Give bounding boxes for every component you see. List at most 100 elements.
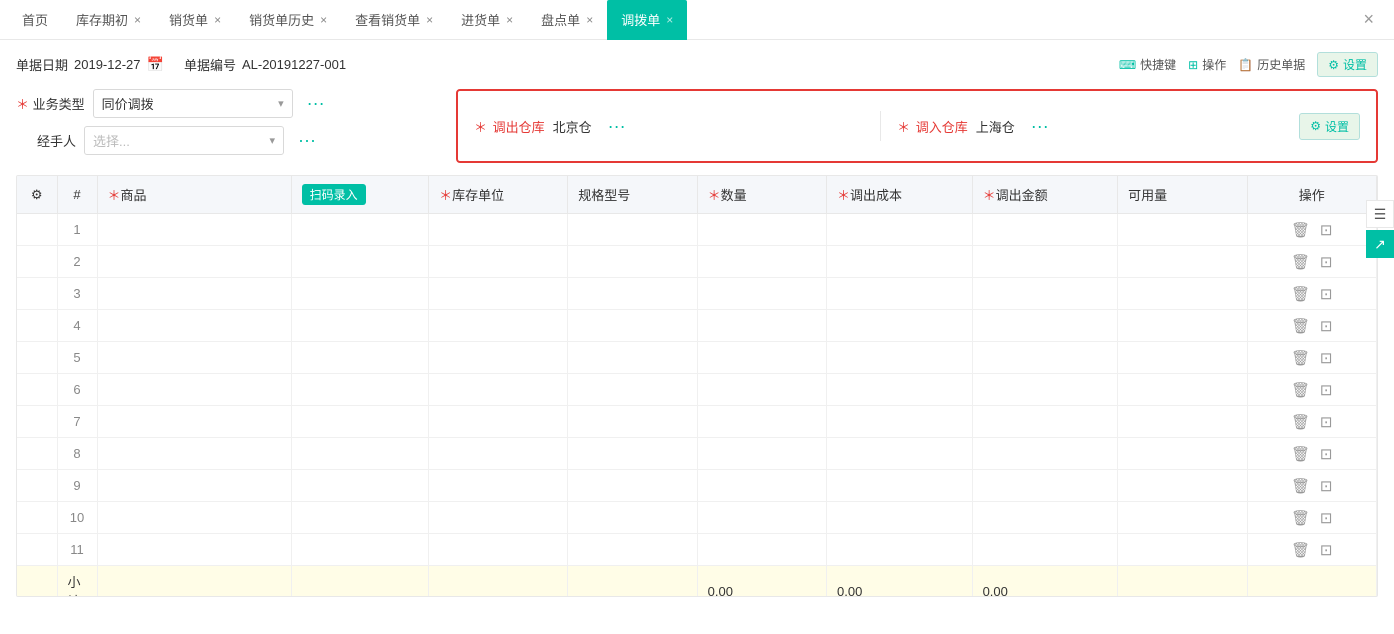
row-spec[interactable] xyxy=(568,214,697,246)
right-panel-export-icon[interactable]: ↗ xyxy=(1366,230,1394,258)
row-unit[interactable] xyxy=(429,470,568,502)
table-scroll-area[interactable]: ⚙ # ＊商品 扫码录入 ＊库存单位 规格型号 ＊数量 ＊调出成本 ＊调出金额 … xyxy=(17,176,1377,596)
copy-icon[interactable]: ⊡ xyxy=(1320,253,1333,271)
row-goods[interactable] xyxy=(97,534,291,566)
calendar-icon[interactable]: 📅 xyxy=(147,56,164,73)
settings-button[interactable]: ⚙ 设置 xyxy=(1317,52,1378,77)
delete-icon[interactable]: 🗑 xyxy=(1291,253,1310,271)
row-qty[interactable] xyxy=(697,534,826,566)
row-unit[interactable] xyxy=(429,246,568,278)
delete-icon[interactable]: 🗑 xyxy=(1291,221,1310,239)
delete-icon[interactable]: 🗑 xyxy=(1291,349,1310,367)
row-cost[interactable] xyxy=(827,406,973,438)
row-goods[interactable] xyxy=(97,278,291,310)
tab-sales-order[interactable]: 销货单 × xyxy=(155,0,235,40)
tab-stock-init[interactable]: 库存期初 × xyxy=(62,0,155,40)
row-amount[interactable] xyxy=(972,502,1118,534)
close-sales-order[interactable]: × xyxy=(214,13,221,27)
row-goods[interactable] xyxy=(97,470,291,502)
tab-purchase[interactable]: 进货单 × xyxy=(447,0,527,40)
row-unit[interactable] xyxy=(429,406,568,438)
row-spec[interactable] xyxy=(568,534,697,566)
biz-type-dropdown[interactable]: 同价调拨 ▾ xyxy=(93,89,293,118)
row-spec[interactable] xyxy=(568,246,697,278)
row-cost[interactable] xyxy=(827,502,973,534)
delete-icon[interactable]: 🗑 xyxy=(1291,381,1310,399)
copy-icon[interactable]: ⊡ xyxy=(1320,349,1333,367)
row-goods[interactable] xyxy=(97,342,291,374)
tab-sales-history[interactable]: 销货单历史 × xyxy=(235,0,341,40)
close-transfer[interactable]: × xyxy=(666,13,673,27)
row-amount[interactable] xyxy=(972,342,1118,374)
row-spec[interactable] xyxy=(568,470,697,502)
copy-icon[interactable]: ⊡ xyxy=(1320,285,1333,303)
row-spec[interactable] xyxy=(568,342,697,374)
operation-action[interactable]: ⊞ 操作 xyxy=(1188,56,1226,73)
row-goods[interactable] xyxy=(97,438,291,470)
copy-icon[interactable]: ⊡ xyxy=(1320,413,1333,431)
close-inventory[interactable]: × xyxy=(586,13,593,27)
row-cost[interactable] xyxy=(827,214,973,246)
delete-icon[interactable]: 🗑 xyxy=(1291,509,1310,527)
row-cost[interactable] xyxy=(827,310,973,342)
row-amount[interactable] xyxy=(972,406,1118,438)
row-qty[interactable] xyxy=(697,470,826,502)
row-qty[interactable] xyxy=(697,278,826,310)
history-action[interactable]: 📋 历史单据 xyxy=(1238,56,1305,73)
row-unit[interactable] xyxy=(429,502,568,534)
row-qty[interactable] xyxy=(697,438,826,470)
close-purchase[interactable]: × xyxy=(506,13,513,27)
scan-button[interactable]: 扫码录入 xyxy=(302,184,366,205)
row-amount[interactable] xyxy=(972,534,1118,566)
tab-view-sales[interactable]: 查看销货单 × xyxy=(341,0,447,40)
row-cost[interactable] xyxy=(827,470,973,502)
row-cost[interactable] xyxy=(827,438,973,470)
delete-icon[interactable]: 🗑 xyxy=(1291,413,1310,431)
shortcut-action[interactable]: ⌨ 快捷键 xyxy=(1119,56,1176,73)
row-qty[interactable] xyxy=(697,406,826,438)
row-cost[interactable] xyxy=(827,278,973,310)
tab-home[interactable]: 首页 xyxy=(8,0,62,40)
row-cost[interactable] xyxy=(827,374,973,406)
row-qty[interactable] xyxy=(697,310,826,342)
row-spec[interactable] xyxy=(568,374,697,406)
row-unit[interactable] xyxy=(429,214,568,246)
row-amount[interactable] xyxy=(972,246,1118,278)
row-spec[interactable] xyxy=(568,406,697,438)
row-amount[interactable] xyxy=(972,278,1118,310)
row-amount[interactable] xyxy=(972,310,1118,342)
delete-icon[interactable]: 🗑 xyxy=(1291,317,1310,335)
row-qty[interactable] xyxy=(697,342,826,374)
copy-icon[interactable]: ⊡ xyxy=(1320,221,1333,239)
col-header-settings[interactable]: ⚙ xyxy=(17,176,57,214)
global-close-button[interactable]: × xyxy=(1359,9,1378,30)
close-sales-history[interactable]: × xyxy=(320,13,327,27)
row-spec[interactable] xyxy=(568,278,697,310)
row-unit[interactable] xyxy=(429,342,568,374)
biz-type-more-btn[interactable]: ··· xyxy=(307,93,325,114)
row-cost[interactable] xyxy=(827,342,973,374)
copy-icon[interactable]: ⊡ xyxy=(1320,509,1333,527)
copy-icon[interactable]: ⊡ xyxy=(1320,477,1333,495)
close-view-sales[interactable]: × xyxy=(426,13,433,27)
delete-icon[interactable]: 🗑 xyxy=(1291,477,1310,495)
row-unit[interactable] xyxy=(429,374,568,406)
row-qty[interactable] xyxy=(697,246,826,278)
row-spec[interactable] xyxy=(568,438,697,470)
right-panel-list-icon[interactable]: ☰ xyxy=(1366,200,1394,228)
row-goods[interactable] xyxy=(97,502,291,534)
delete-icon[interactable]: 🗑 xyxy=(1291,541,1310,559)
delete-icon[interactable]: 🗑 xyxy=(1291,285,1310,303)
row-unit[interactable] xyxy=(429,310,568,342)
row-goods[interactable] xyxy=(97,214,291,246)
row-spec[interactable] xyxy=(568,502,697,534)
row-spec[interactable] xyxy=(568,310,697,342)
col-header-scan[interactable]: 扫码录入 xyxy=(291,176,429,214)
row-amount[interactable] xyxy=(972,470,1118,502)
close-stock-init[interactable]: × xyxy=(134,13,141,27)
handler-dropdown[interactable]: 选择... ▾ xyxy=(84,126,284,155)
row-amount[interactable] xyxy=(972,374,1118,406)
delete-icon[interactable]: 🗑 xyxy=(1291,445,1310,463)
row-unit[interactable] xyxy=(429,278,568,310)
in-warehouse-more-btn[interactable]: ··· xyxy=(1031,116,1049,137)
